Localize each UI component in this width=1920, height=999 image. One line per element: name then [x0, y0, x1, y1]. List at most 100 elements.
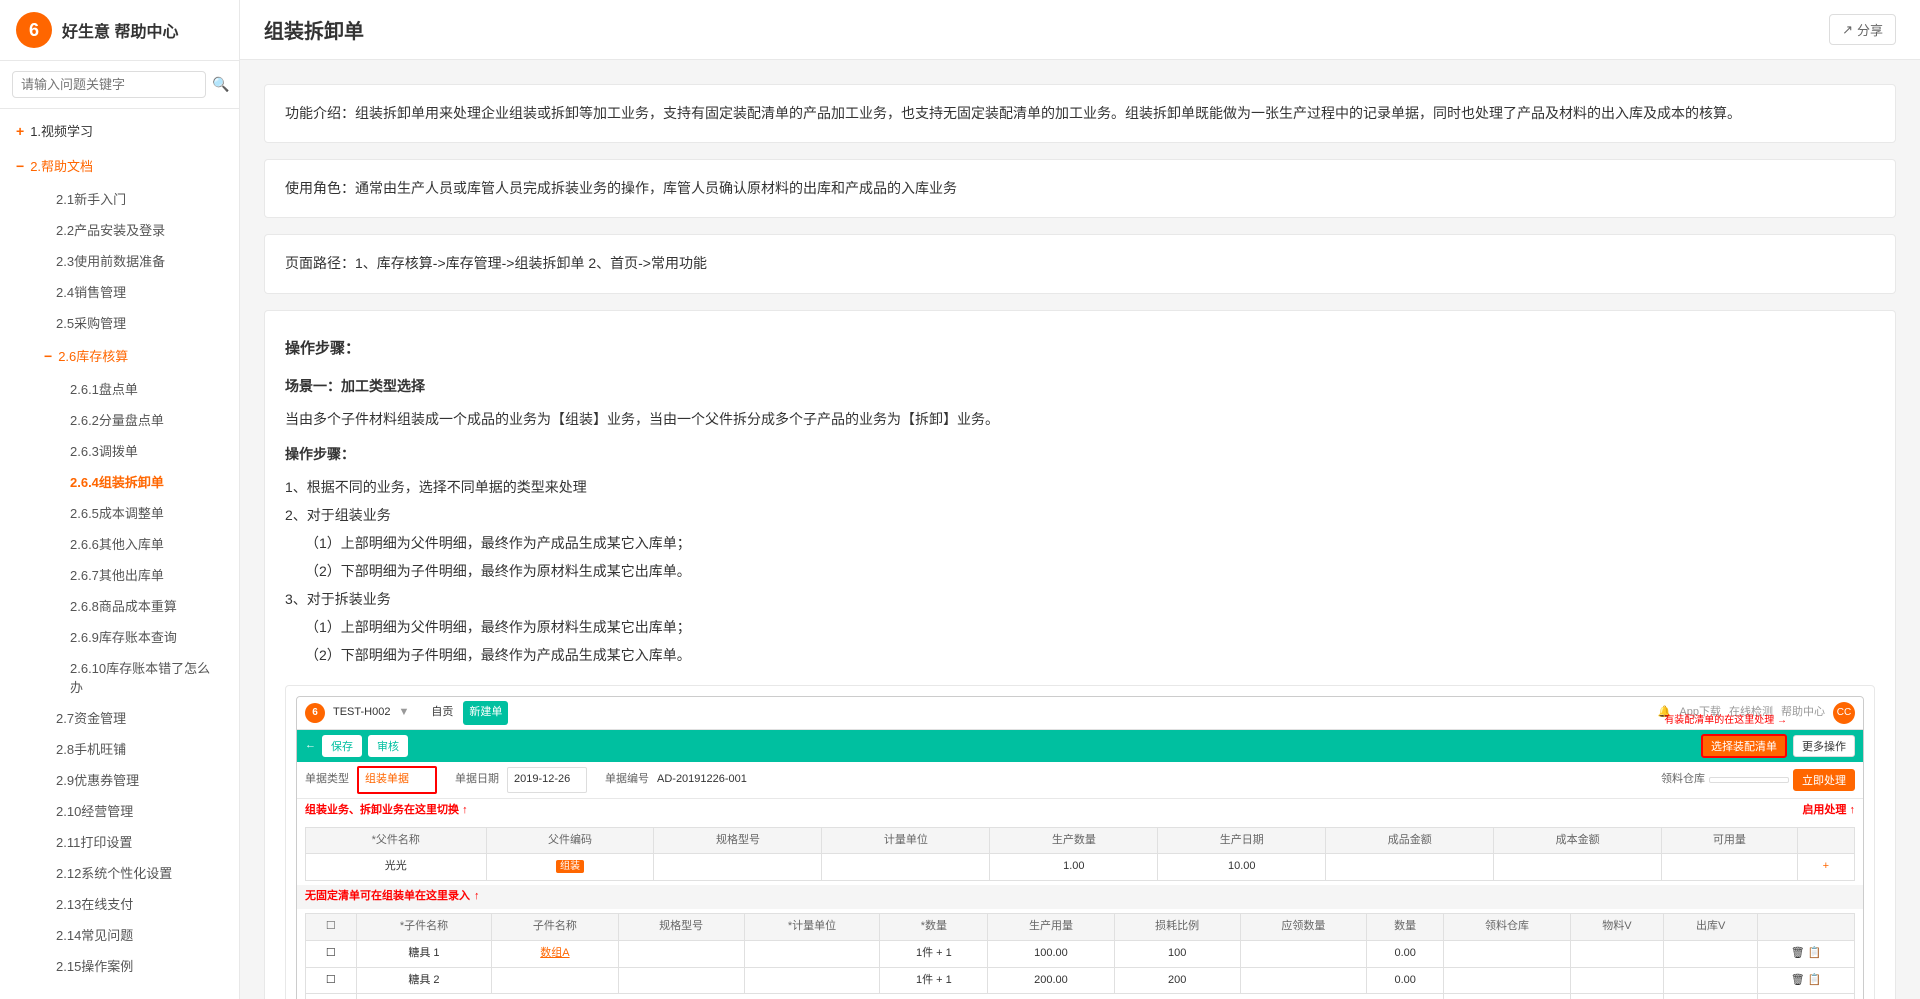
- ltr2-check[interactable]: ☐: [306, 967, 357, 994]
- app-form-row: 单据类型 组装单据 单据日期 2019-12-26 单据编号 AD-201912…: [297, 762, 1863, 799]
- th-op: [1797, 827, 1854, 854]
- ltr2-op[interactable]: 🗑 📋: [1758, 967, 1855, 994]
- sidebar-item-data[interactable]: 2.3使用前数据准备: [28, 245, 239, 276]
- nav-section: + 1.视频学习 − 2.帮助文档 2.1新手入门 2.2产品安装及登录 2.3…: [0, 109, 239, 985]
- sidebar-item-newbie[interactable]: 2.1新手入门: [28, 183, 239, 214]
- sidebar-item-install[interactable]: 2.2产品安装及登录: [28, 214, 239, 245]
- logo-icon: 6: [16, 12, 52, 48]
- app-tab-self[interactable]: 自贡: [425, 701, 459, 725]
- ltr1-spec: [618, 940, 744, 967]
- app-review-btn[interactable]: 审核: [368, 735, 408, 757]
- td-qty: 1.00: [990, 854, 1158, 881]
- ltr2-qty2: 0.00: [1366, 967, 1443, 994]
- form-warehouse-label: 领料仓库: [1661, 770, 1705, 790]
- ltr2-prod: 200.00: [988, 967, 1114, 994]
- main-content: 组装拆卸单 ↗ 分享 功能介绍：组装拆卸单用来处理企业组装或拆卸等加工业务，支持…: [240, 0, 1920, 999]
- sidebar-item-faq[interactable]: 2.14常见问题: [28, 919, 239, 950]
- brand-name: 好生意 帮助中心: [62, 18, 178, 42]
- lower-table: ☐ *子件名称 子件名称 规格型号 *计量单位 *数量 生产用量 损耗比例 应领…: [305, 913, 1855, 999]
- sidebar-item-inv261[interactable]: 2.6.1盘点单: [42, 373, 239, 404]
- step3-2: （2）下部明细为子件明细，最终作为产成品生成某它入库单。: [285, 641, 1875, 669]
- sidebar-item-inv266[interactable]: 2.6.6其他入库单: [42, 528, 239, 559]
- upper-table-row: 光光 组装 1.00 10.00 +: [306, 854, 1855, 881]
- ltr2-loss: 200: [1114, 967, 1240, 994]
- search-input[interactable]: [12, 71, 206, 98]
- annot-type-switch-text: 组装业务、拆卸业务在这里切换: [305, 804, 459, 816]
- sidebar-item-purchase[interactable]: 2.5采购管理: [28, 307, 239, 338]
- app-version-icon: ▼: [398, 703, 409, 723]
- search-icon[interactable]: 🔍: [212, 76, 229, 93]
- annot-arrow-lower: ↑: [474, 887, 480, 907]
- form-no-val: AD-20191226-001: [657, 770, 747, 790]
- ltr1-mat: [1570, 940, 1664, 967]
- app-more-btn[interactable]: 更多操作: [1793, 735, 1855, 757]
- ltr3-check[interactable]: ☐: [306, 994, 357, 999]
- sidebar-item-inv265[interactable]: 2.6.5成本调整单: [42, 497, 239, 528]
- collapse-icon: −: [16, 158, 24, 174]
- expand-icon: +: [16, 123, 24, 139]
- app-tab-new[interactable]: 新建单: [463, 701, 508, 725]
- app-save-btn[interactable]: 保存: [322, 735, 362, 757]
- step2-1: （1）上部明细为父件明细，最终作为产成品生成某它入库单；: [285, 529, 1875, 557]
- sidebar-item-video[interactable]: + 1.视频学习: [0, 113, 239, 148]
- form-date-label: 单据日期: [455, 770, 499, 790]
- sidebar-item-inv2610[interactable]: 2.6.10库存账本错了怎么办: [42, 652, 239, 702]
- sidebar-item-sales[interactable]: 2.4销售管理: [28, 276, 239, 307]
- annot-arrow-up: ↑: [462, 804, 468, 816]
- lower-row-2: ☐ 糖具 2 1件 + 1 200.00 200 0.00: [306, 967, 1855, 994]
- sidebar-item-inv269[interactable]: 2.6.9库存账本查询: [42, 621, 239, 652]
- sidebar-item-print[interactable]: 2.11打印设置: [28, 826, 239, 857]
- sidebar-item-inventory[interactable]: − 2.6库存核算: [28, 338, 239, 373]
- form-type-val[interactable]: 组装单据: [357, 766, 437, 794]
- main-header: 组装拆卸单 ↗ 分享: [240, 0, 1920, 60]
- sidebar-item-docs[interactable]: − 2.帮助文档: [0, 148, 239, 183]
- ltr1-wh: [1444, 940, 1570, 967]
- th-cost1: 成品金额: [1326, 827, 1494, 854]
- sidebar-item-finance[interactable]: 2.7资金管理: [28, 702, 239, 733]
- ltr1-check[interactable]: ☐: [306, 940, 357, 967]
- lth-spec: 规格型号: [618, 913, 744, 940]
- td-spec: [654, 854, 822, 881]
- ltr3-op[interactable]: 🗑 📋: [1758, 994, 1855, 999]
- ltr1-op[interactable]: 🗑 📋: [1758, 940, 1855, 967]
- td-op-btn[interactable]: +: [1797, 854, 1854, 881]
- step1: 1、根据不同的业务，选择不同单据的类型来处理: [285, 473, 1875, 501]
- th-qty: 生产数量: [990, 827, 1158, 854]
- sidebar-item-inv263[interactable]: 2.6.3调拨单: [42, 435, 239, 466]
- steps-block: 操作步骤： 场景一：加工类型选择 当由多个子件材料组装成一个成品的业务为【组装】…: [264, 310, 1896, 999]
- sidebar-item-inv267[interactable]: 2.6.7其他出库单: [42, 559, 239, 590]
- app-tabs: 自贡 新建单: [425, 701, 508, 725]
- form-warehouse-val[interactable]: [1709, 777, 1789, 783]
- sidebar-item-operation[interactable]: 2.10经营管理: [28, 795, 239, 826]
- td-code: 组装: [486, 854, 654, 881]
- ltr1-out: [1664, 940, 1758, 967]
- sidebar-item-inv262[interactable]: 2.6.2分量盘点单: [42, 404, 239, 435]
- sidebar-item-system[interactable]: 2.12系统个性化设置: [28, 857, 239, 888]
- ltr1-name: 糖具 1: [356, 940, 492, 967]
- form-type-label: 单据类型: [305, 770, 349, 790]
- lth-req-qty: 应领数量: [1240, 913, 1366, 940]
- lth-material: 物料V: [1570, 913, 1664, 940]
- step-list: 1、根据不同的业务，选择不同单据的类型来处理 2、对于组装业务 （1）上部明细为…: [285, 473, 1875, 669]
- app-action-bar: ← 保存 审核 选择装配清单 有装配清单的在这里处理 → 更多操作: [297, 730, 1863, 762]
- step2-2: （2）下部明细为子件明细，最终作为原材料生成某它出库单。: [285, 557, 1875, 585]
- sidebar-item-inv268[interactable]: 2.6.8商品成本重算: [42, 590, 239, 621]
- ltr1-loss: 100: [1114, 940, 1240, 967]
- share-button[interactable]: ↗ 分享: [1829, 14, 1896, 45]
- screenshot-container: 6 TEST-H002 ▼ 自贡 新建单 🔔 App下载 在线检测 帮助中心: [285, 685, 1875, 999]
- form-right: 领料仓库 立即处理: [1661, 769, 1855, 791]
- ltr1-qty2: 0.00: [1366, 940, 1443, 967]
- app-confirm-btn[interactable]: 立即处理: [1793, 769, 1855, 791]
- annot-assembly-list: 有装配清单的在这里处理 →: [1664, 712, 1787, 730]
- sidebar-item-inv264[interactable]: 2.6.4组装拆卸单: [42, 466, 239, 497]
- sidebar-item-coupon[interactable]: 2.9优惠券管理: [28, 764, 239, 795]
- step3: 3、对于拆装业务: [285, 585, 1875, 613]
- sidebar-item-payment[interactable]: 2.13在线支付: [28, 888, 239, 919]
- app-assembly-list-btn[interactable]: 选择装配清单: [1701, 734, 1787, 758]
- sidebar-item-cases[interactable]: 2.15操作案例: [28, 950, 239, 981]
- sidebar: 6 好生意 帮助中心 🔍 + 1.视频学习 − 2.帮助文档 2.1新手入门 2…: [0, 0, 240, 999]
- sidebar-item-mobile[interactable]: 2.8手机旺铺: [28, 733, 239, 764]
- lth-qty2: 数量: [1366, 913, 1443, 940]
- share-icon: ↗: [1842, 22, 1853, 38]
- lth-check: ☐: [306, 913, 357, 940]
